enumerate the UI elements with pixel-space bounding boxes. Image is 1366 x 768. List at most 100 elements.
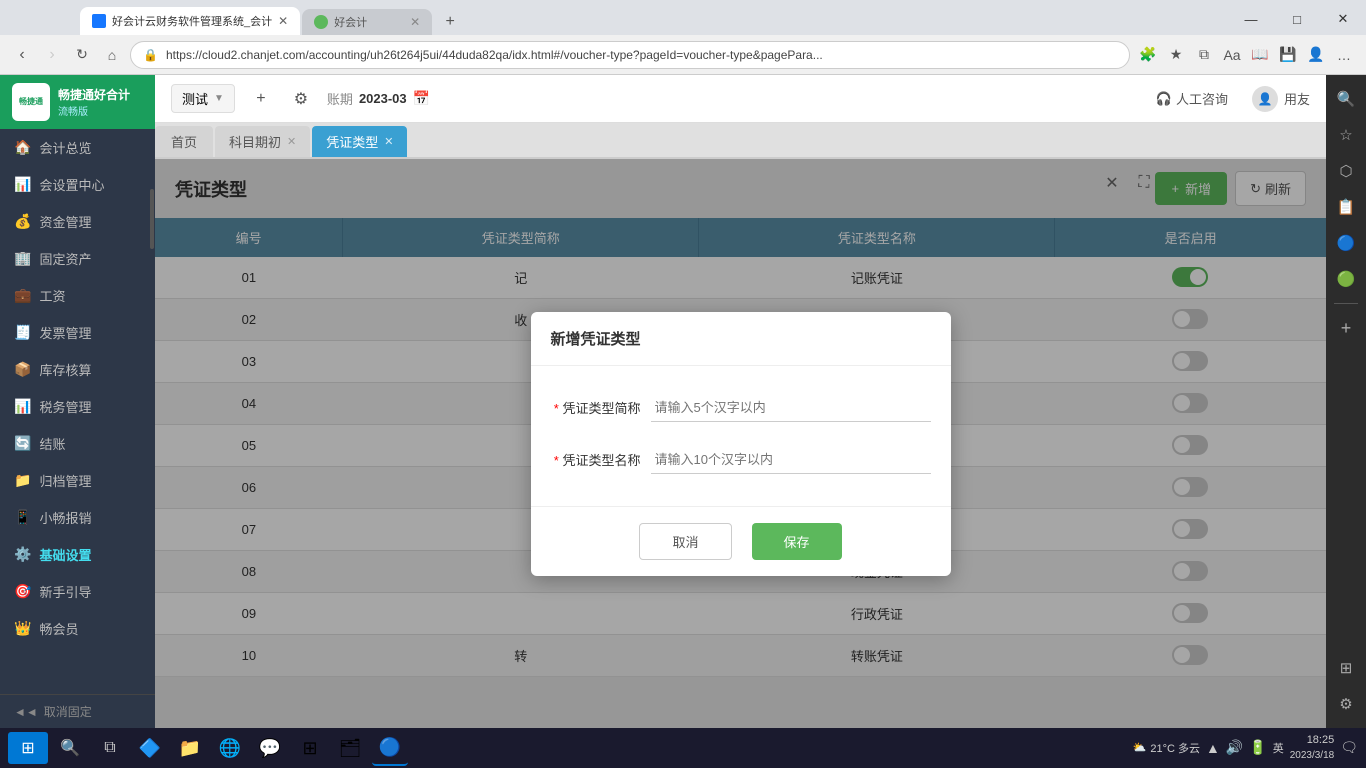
tab1-title: 好会计云财务软件管理系统_会计 xyxy=(112,13,272,29)
user-btn[interactable]: 👤 用友 xyxy=(1252,86,1310,112)
tab-subject[interactable]: 科目期初 ✕ xyxy=(215,126,310,157)
language-btn[interactable]: 英 xyxy=(1273,740,1284,756)
tab-bar: 首页 科目期初 ✕ 凭证类型 ✕ xyxy=(155,123,1326,159)
wechat-btn[interactable]: 💬 xyxy=(252,730,288,766)
close-button[interactable]: ✕ xyxy=(1320,3,1366,35)
calendar-icon[interactable]: 📅 xyxy=(413,90,430,107)
guide-icon: 🎯 xyxy=(14,583,31,600)
rs-star-btn[interactable]: ☆ xyxy=(1330,119,1362,151)
rs-collections-btn[interactable]: ⬡ xyxy=(1330,155,1362,187)
weather-info[interactable]: ⛅ 21°C 多云 xyxy=(1133,740,1200,756)
rs-add-btn[interactable]: + xyxy=(1330,312,1362,344)
modal-overlay: 新增凭证类型 * 凭证类型简称 xyxy=(155,159,1326,728)
apps-btn[interactable]: ⊞ xyxy=(292,730,328,766)
network-icon[interactable]: ▲ xyxy=(1206,740,1220,756)
rs-edge-btn[interactable]: 🟢 xyxy=(1330,263,1362,295)
logo-area: 畅捷通 畅捷通好合计 流畅版 xyxy=(0,75,155,129)
logo-name: 畅捷通好合计 xyxy=(58,86,130,103)
name-input[interactable] xyxy=(651,446,931,474)
nav-forward[interactable]: › xyxy=(40,43,64,67)
translate-btn[interactable]: Aa xyxy=(1220,43,1244,67)
logo-icon: 畅捷通 xyxy=(12,83,50,121)
tab-home[interactable]: 首页 xyxy=(155,126,213,157)
taskbar-sys: ⛅ 21°C 多云 ▲ 🔊 🔋 英 18:25 2023/3/18 🗨 xyxy=(1133,733,1358,762)
sidebar-item-center[interactable]: 📊 会设置中心 xyxy=(0,166,155,203)
edge-taskbar-btn[interactable]: 🔷 xyxy=(132,730,168,766)
sidebar-item-closing[interactable]: 🔄 结账 xyxy=(0,425,155,462)
sidebar-item-settings[interactable]: ⚙️ 基础设置 xyxy=(0,536,155,573)
sidebar-item-funds[interactable]: 💰 资金管理 xyxy=(0,203,155,240)
subject-tab-close[interactable]: ✕ xyxy=(287,135,296,148)
tab1-close[interactable]: ✕ xyxy=(278,14,288,28)
minimize-button[interactable]: — xyxy=(1228,3,1274,35)
browser-tab-1[interactable]: 好会计云财务软件管理系统_会计 ✕ xyxy=(80,7,300,35)
browser-tab-2[interactable]: 好会计 ✕ xyxy=(302,9,432,35)
nav-refresh[interactable]: ↻ xyxy=(70,43,94,67)
settings-btn[interactable]: ⚙ xyxy=(287,85,315,113)
notification-btn[interactable]: 🗨 xyxy=(1340,739,1358,756)
user-avatar: 👤 xyxy=(1252,86,1278,112)
save-btn[interactable]: 💾 xyxy=(1276,43,1300,67)
assets-icon: 🏢 xyxy=(14,250,31,267)
app-topbar: 测试 ▼ + ⚙ 账期 2023-03 📅 🎧 人工咨询 xyxy=(155,75,1326,123)
url-text: https://cloud2.chanjet.com/accounting/uh… xyxy=(166,48,1117,62)
sidebar-footer[interactable]: ◄◄ 取消固定 xyxy=(0,694,155,728)
battery-icon[interactable]: 🔋 xyxy=(1249,739,1266,756)
rs-grid-btn[interactable]: ⊞ xyxy=(1330,652,1362,684)
sidebar-item-invoice[interactable]: 🧾 发票管理 xyxy=(0,314,155,351)
volume-icon[interactable]: 🔊 xyxy=(1226,739,1243,756)
folder-btn[interactable]: 🗂 xyxy=(332,730,368,766)
tab-voucher-type[interactable]: 凭证类型 ✕ xyxy=(312,126,407,157)
sidebar-item-assets[interactable]: 🏢 固定资产 xyxy=(0,240,155,277)
rs-search-btn[interactable]: 🔍 xyxy=(1330,83,1362,115)
sidebar-item-member[interactable]: 👑 畅会员 xyxy=(0,610,155,647)
save-button[interactable]: 保存 xyxy=(752,523,842,560)
rs-config-btn[interactable]: ⚙ xyxy=(1330,688,1362,720)
right-sidebar: 🔍 ☆ ⬡ 📋 🔵 🟢 + ⊞ ⚙ xyxy=(1326,75,1366,728)
left-sidebar: 畅捷通 畅捷通好合计 流畅版 🏠 会计总览 📊 会设置中心 💰 xyxy=(0,75,155,728)
chrome-btn[interactable]: 🌐 xyxy=(212,730,248,766)
more-btn[interactable]: … xyxy=(1332,43,1356,67)
window-controls: — □ ✕ xyxy=(1228,3,1366,35)
cancel-button[interactable]: 取消 xyxy=(639,523,731,560)
sidebar-item-inventory[interactable]: 📦 库存核算 xyxy=(0,351,155,388)
edge2-btn[interactable]: 🔵 xyxy=(372,730,408,766)
closing-icon: 🔄 xyxy=(14,435,31,452)
modal-body: * 凭证类型简称 * 凭证类型名称 xyxy=(531,366,951,506)
sidebar-item-expense[interactable]: 📱 小畅报销 xyxy=(0,499,155,536)
profile-btn[interactable]: 👤 xyxy=(1304,43,1328,67)
abbr-label: * 凭证类型简称 xyxy=(551,398,651,417)
url-bar[interactable]: 🔒 https://cloud2.chanjet.com/accounting/… xyxy=(130,41,1130,69)
period-label: 账期 xyxy=(327,89,353,108)
sidebar-item-archive[interactable]: 📁 归档管理 xyxy=(0,462,155,499)
nav-home[interactable]: ⌂ xyxy=(100,43,124,67)
task-view-btn[interactable]: ⧉ xyxy=(92,730,128,766)
read-btn[interactable]: 📖 xyxy=(1248,43,1272,67)
start-button[interactable]: ⊞ xyxy=(8,732,48,764)
voucher-tab-close[interactable]: ✕ xyxy=(384,135,393,148)
nav-back[interactable]: ‹ xyxy=(10,43,34,67)
voucher-tab-label: 凭证类型 xyxy=(326,132,378,151)
new-tab-button[interactable]: + xyxy=(436,9,464,35)
help-btn[interactable]: 🎧 人工咨询 xyxy=(1156,89,1228,108)
sidebar-item-tax[interactable]: 📊 税务管理 xyxy=(0,388,155,425)
sidebar-item-guide[interactable]: 🎯 新手引导 xyxy=(0,573,155,610)
workspace-selector[interactable]: 测试 ▼ xyxy=(171,84,235,113)
rs-clipboard-btn[interactable]: 📋 xyxy=(1330,191,1362,223)
form-row-abbr: * 凭证类型简称 xyxy=(551,394,931,422)
tab2-close[interactable]: ✕ xyxy=(410,15,420,29)
add-workspace-btn[interactable]: + xyxy=(247,85,275,113)
rs-circle-btn[interactable]: 🔵 xyxy=(1330,227,1362,259)
sidebar-item-salary[interactable]: 💼 工资 xyxy=(0,277,155,314)
abbr-input[interactable] xyxy=(651,394,931,422)
file-explorer-btn[interactable]: 📁 xyxy=(172,730,208,766)
tax-icon: 📊 xyxy=(14,398,31,415)
extensions-btn[interactable]: 🧩 xyxy=(1136,43,1160,67)
splitview-btn[interactable]: ⧉ xyxy=(1192,43,1216,67)
help-label: 人工咨询 xyxy=(1176,89,1228,108)
maximize-button[interactable]: □ xyxy=(1274,3,1320,35)
favorites-btn[interactable]: ★ xyxy=(1164,43,1188,67)
search-btn[interactable]: 🔍 xyxy=(52,730,88,766)
sidebar-item-overview[interactable]: 🏠 会计总览 xyxy=(0,129,155,166)
time-display[interactable]: 18:25 2023/3/18 xyxy=(1290,733,1335,762)
